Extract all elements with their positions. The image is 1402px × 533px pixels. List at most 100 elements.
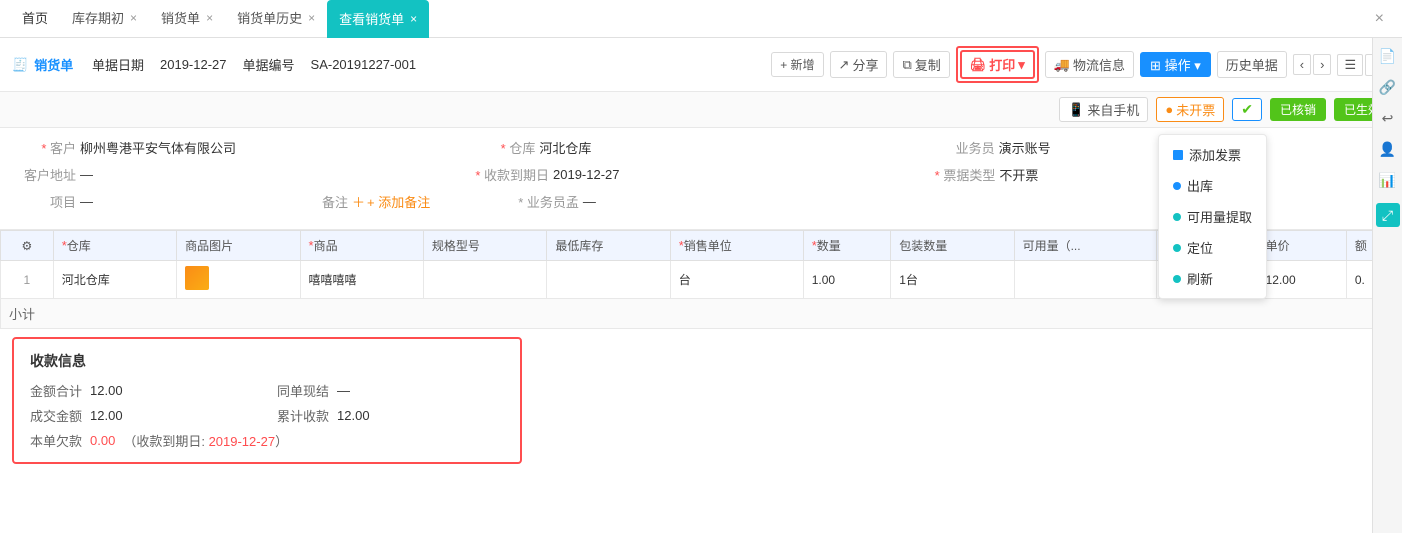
same-order-label: 同单现结 bbox=[277, 381, 329, 400]
sidebar-return-icon[interactable]: ↩ bbox=[1382, 110, 1394, 127]
phone-icon: 📱 bbox=[1068, 102, 1084, 118]
tab-check-sales[interactable]: 查看销货单 × bbox=[327, 0, 429, 38]
same-order-value: — bbox=[337, 383, 350, 398]
operation-button[interactable]: ⊞ 操作 ▾ bbox=[1140, 52, 1211, 77]
dropdown-available-qty[interactable]: 可用量提取 bbox=[1159, 201, 1266, 232]
tab-sales-order[interactable]: 销货单 × bbox=[149, 0, 225, 38]
check-button[interactable]: ✔ bbox=[1232, 98, 1262, 121]
col-pack-qty: 包装数量 bbox=[891, 231, 1014, 261]
operation-dropdown-menu: 添加发票 出库 可用量提取 定位 刷新 bbox=[1158, 134, 1267, 299]
locate-icon bbox=[1173, 244, 1181, 252]
project-field: 项目 — bbox=[16, 192, 200, 211]
share-icon: ↗ bbox=[839, 57, 850, 73]
outbound-icon bbox=[1173, 182, 1181, 190]
tab-inventory[interactable]: 库存期初 × bbox=[60, 0, 149, 38]
sidebar-chart-icon[interactable]: 📊 bbox=[1379, 172, 1396, 189]
row-pack-qty: 1台 bbox=[891, 261, 1014, 299]
available-qty-label: 可用量提取 bbox=[1187, 207, 1252, 226]
warehouse-field: 仓库 河北仓库 bbox=[475, 138, 659, 157]
customer-value: 柳州粤港平安气体有限公司 bbox=[80, 138, 236, 157]
available-qty-icon bbox=[1173, 213, 1181, 221]
sales-staff-value: — bbox=[583, 194, 703, 209]
row-unit: 台 bbox=[670, 261, 803, 299]
logistics-button[interactable]: 🚚 物流信息 bbox=[1045, 51, 1134, 78]
tab-sales-order-label: 销货单 bbox=[161, 8, 200, 27]
subtotal-cell: 小计 bbox=[1, 299, 1402, 329]
col-gear: ⚙ bbox=[1, 231, 54, 261]
doc-icon: 🧾 bbox=[12, 57, 28, 73]
next-arrow[interactable]: › bbox=[1313, 54, 1331, 75]
logistics-icon: 🚚 bbox=[1054, 57, 1070, 73]
outbound-label: 出库 bbox=[1187, 176, 1213, 195]
customer-label: 客户 bbox=[16, 138, 76, 157]
grid-icon: ⊞ bbox=[1150, 58, 1161, 73]
staff-label: 业务员 bbox=[935, 138, 995, 157]
transaction-value: 12.00 bbox=[90, 408, 123, 423]
sidebar-user-icon[interactable]: 👤 bbox=[1379, 141, 1396, 158]
operation-dropdown-icon: ▾ bbox=[1194, 58, 1201, 73]
sidebar-expand-icon[interactable]: ⤢ bbox=[1376, 203, 1400, 227]
cumulative-label: 累计收款 bbox=[277, 406, 329, 425]
total-label: 金额合计 bbox=[30, 381, 82, 400]
row-warehouse: 河北仓库 bbox=[53, 261, 176, 299]
date-label: 单据日期 bbox=[92, 55, 144, 74]
tab-sales-order-close[interactable]: × bbox=[206, 11, 213, 25]
already-cancelled-button[interactable]: 已核销 bbox=[1270, 98, 1326, 121]
plus-icon: ＋ bbox=[352, 192, 365, 211]
row-product: 嘻嘻嘻嘻 bbox=[300, 261, 423, 299]
global-close-button[interactable]: × bbox=[1367, 10, 1392, 28]
print-button[interactable]: 🖨 打印 ▾ bbox=[960, 50, 1035, 79]
total-row: 金额合计 12.00 bbox=[30, 381, 257, 400]
from-phone-button[interactable]: 📱 来自手机 bbox=[1059, 97, 1148, 122]
doc-meta: 单据日期 2019-12-27 单据编号 SA-20191227-001 bbox=[92, 55, 771, 74]
list-view-button[interactable]: ☰ bbox=[1337, 54, 1363, 76]
staff-field: 业务员 演示账号 bbox=[935, 138, 1119, 157]
sales-staff-field: * 业务员孟 — bbox=[518, 192, 703, 211]
row-num: 1 bbox=[1, 261, 54, 299]
form-group-customer: 客户 柳州粤港平安气体有限公司 bbox=[16, 138, 467, 157]
no-value: SA-20191227-001 bbox=[311, 57, 417, 72]
add-invoice-icon bbox=[1173, 150, 1183, 160]
share-button[interactable]: ↗ 分享 bbox=[830, 51, 888, 78]
dropdown-refresh[interactable]: 刷新 bbox=[1159, 263, 1266, 294]
sales-staff-label: * 业务员孟 bbox=[518, 192, 579, 211]
tab-inventory-close[interactable]: × bbox=[130, 11, 137, 25]
col-qty: *数量 bbox=[803, 231, 890, 261]
tab-bar: 首页 库存期初 × 销货单 × 销货单历史 × 查看销货单 × × bbox=[0, 0, 1402, 38]
row-min-stock bbox=[547, 261, 670, 299]
tab-sales-history-close[interactable]: × bbox=[308, 11, 315, 25]
row-spec bbox=[423, 261, 546, 299]
dropdown-outbound[interactable]: 出库 bbox=[1159, 170, 1266, 201]
tab-sales-history[interactable]: 销货单历史 × bbox=[225, 0, 327, 38]
this-order-value: 0.00 bbox=[90, 433, 115, 448]
dropdown-locate[interactable]: 定位 bbox=[1159, 232, 1266, 263]
subtotal-row: 小计 bbox=[1, 299, 1402, 329]
doc-actions: + 新增 ↗ 分享 ⧉ 复制 🖨 打印 ▾ 🚚 物流信息 ⊞ bbox=[771, 46, 1390, 83]
tab-check-sales-close[interactable]: × bbox=[410, 12, 417, 26]
new-button[interactable]: + 新增 bbox=[771, 52, 823, 77]
col-unit: *销售单位 bbox=[670, 231, 803, 261]
refresh-label: 刷新 bbox=[1187, 269, 1213, 288]
project-label: 项目 bbox=[16, 192, 76, 211]
due-date-note: （收款到期日: 2019-12-27） bbox=[123, 431, 288, 450]
print-icon: 🖨 bbox=[970, 57, 987, 73]
add-invoice-label: 添加发票 bbox=[1189, 145, 1241, 164]
sidebar-link-icon[interactable]: 🔗 bbox=[1379, 79, 1396, 96]
no-label: 单据编号 bbox=[243, 55, 295, 74]
dropdown-add-invoice[interactable]: 添加发票 bbox=[1159, 139, 1266, 170]
row-price: 12.00 bbox=[1257, 261, 1346, 299]
prev-arrow[interactable]: ‹ bbox=[1293, 54, 1311, 75]
row-image bbox=[177, 261, 300, 299]
this-order-label: 本单欠款 bbox=[30, 431, 82, 450]
copy-button[interactable]: ⧉ 复制 bbox=[893, 51, 949, 78]
not-open-button[interactable]: ● 未开票 bbox=[1156, 97, 1224, 122]
history-button[interactable]: 历史单据 bbox=[1217, 51, 1287, 78]
row-qty: 1.00 bbox=[803, 261, 890, 299]
form-group-warehouse: 仓库 河北仓库 bbox=[475, 138, 926, 157]
tab-home[interactable]: 首页 bbox=[10, 0, 60, 38]
payment-date-label: 收款到期日 bbox=[475, 165, 549, 184]
col-available: 可用量（... bbox=[1014, 231, 1156, 261]
add-note-button[interactable]: ＋ + 添加备注 bbox=[352, 192, 430, 211]
ticket-field: 票据类型 不开票 bbox=[935, 165, 1120, 184]
sidebar-doc-icon[interactable]: 📄 bbox=[1379, 48, 1396, 65]
